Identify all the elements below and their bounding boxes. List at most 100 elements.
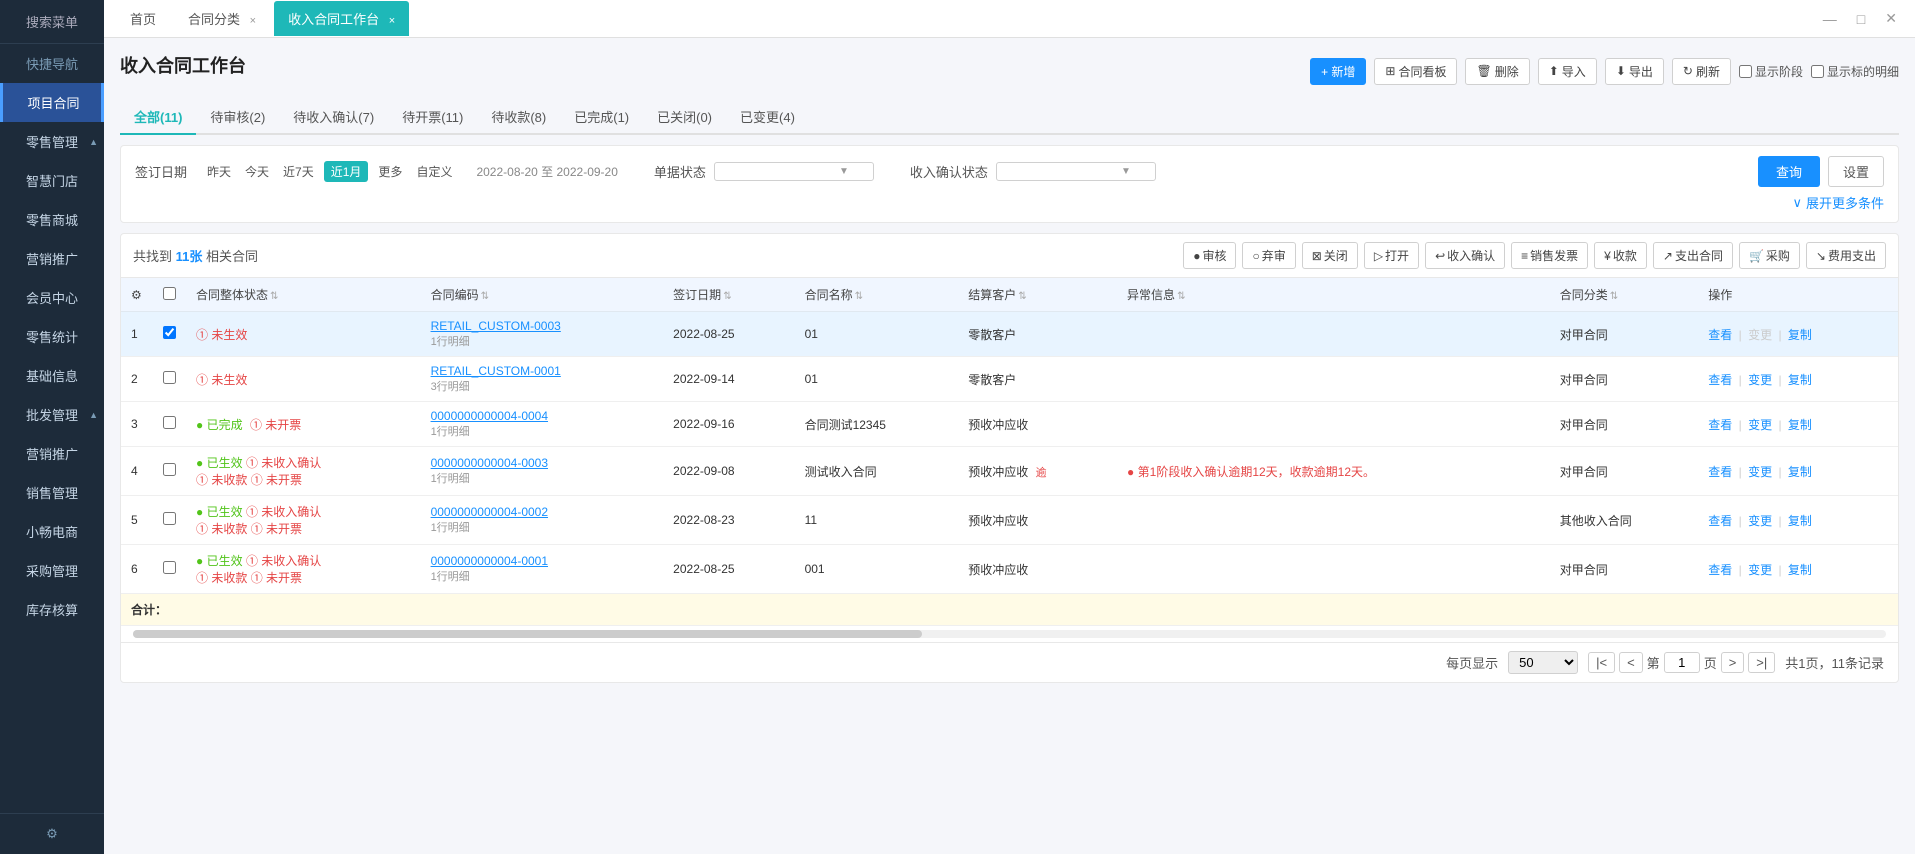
sort-category[interactable]: ⇅ — [1610, 291, 1618, 302]
sort-customer[interactable]: ⇅ — [1018, 291, 1026, 302]
action-close[interactable]: ⊠ 关闭 — [1302, 242, 1358, 269]
date-7days[interactable]: 近7天 — [279, 161, 318, 182]
window-minimize-btn[interactable]: — — [1817, 9, 1843, 29]
horizontal-scrollbar[interactable] — [133, 630, 1886, 638]
sidebar-search[interactable]: 搜索菜单 — [0, 0, 104, 44]
action-invoice[interactable]: ≡ 销售发票 — [1511, 242, 1588, 269]
date-today[interactable]: 今天 — [241, 161, 273, 182]
filter-tab-completed[interactable]: 已完成(1) — [560, 100, 643, 135]
filter-tab-changed[interactable]: 已变更(4) — [726, 100, 809, 135]
row2-view-btn[interactable]: 查看 — [1708, 373, 1732, 387]
date-1month[interactable]: 近1月 — [324, 161, 369, 182]
export-btn[interactable]: ⬇ 导出 — [1605, 58, 1664, 85]
sidebar-item-member[interactable]: 会员中心 — [0, 278, 104, 317]
row6-code-link[interactable]: 0000000000004-0001 — [431, 554, 548, 568]
action-income-confirm[interactable]: ↩ 收入确认 — [1425, 242, 1505, 269]
window-maximize-btn[interactable]: □ — [1851, 9, 1871, 29]
page-prev-btn[interactable]: < — [1619, 652, 1643, 673]
filter-tab-all[interactable]: 全部(11) — [120, 100, 196, 135]
confirm-status-select[interactable]: ▼ — [996, 162, 1156, 181]
row3-checkbox[interactable] — [153, 402, 186, 447]
filter-tab-pending-confirm[interactable]: 待收入确认(7) — [279, 100, 388, 135]
show-detail-input[interactable] — [1811, 65, 1824, 78]
action-expense-out[interactable]: ↘ 费用支出 — [1806, 242, 1886, 269]
select-all-checkbox[interactable] — [163, 287, 176, 300]
sidebar-item-retail-mall[interactable]: 零售商城 — [0, 200, 104, 239]
row3-copy-btn[interactable]: 复制 — [1788, 418, 1812, 432]
row4-checkbox[interactable] — [153, 447, 186, 496]
row5-checkbox[interactable] — [153, 496, 186, 545]
tab-income-contract[interactable]: 收入合同工作台 × — [274, 1, 409, 36]
refresh-btn[interactable]: ↻ 刷新 — [1672, 58, 1731, 85]
sidebar-quick-nav[interactable]: 快捷导航 — [0, 44, 104, 83]
sort-name[interactable]: ⇅ — [855, 291, 863, 302]
row5-view-btn[interactable]: 查看 — [1708, 514, 1732, 528]
sidebar-item-project-contract[interactable]: 项目合同 — [0, 83, 104, 122]
tab-contract-cat-close[interactable]: × — [250, 15, 256, 27]
date-more[interactable]: 更多 — [374, 161, 406, 182]
action-payment[interactable]: ¥ 收款 — [1594, 242, 1647, 269]
sidebar-settings[interactable]: ⚙ — [0, 813, 104, 854]
set-button[interactable]: 设置 — [1828, 156, 1884, 187]
row2-checkbox[interactable] — [153, 357, 186, 402]
show-stage-input[interactable] — [1739, 65, 1752, 78]
sidebar-item-retail-mgmt[interactable]: 零售管理 — [0, 122, 104, 161]
action-open[interactable]: ▷ 打开 — [1364, 242, 1419, 269]
row4-code-link[interactable]: 0000000000004-0003 — [431, 456, 548, 470]
page-next-btn[interactable]: > — [1721, 652, 1745, 673]
action-review[interactable]: ● 审核 — [1183, 242, 1236, 269]
sidebar-item-base-info[interactable]: 基础信息 — [0, 356, 104, 395]
row3-view-btn[interactable]: 查看 — [1708, 418, 1732, 432]
row6-view-btn[interactable]: 查看 — [1708, 563, 1732, 577]
row1-checkbox[interactable] — [153, 312, 186, 357]
row3-change-btn[interactable]: 变更 — [1748, 418, 1772, 432]
tab-contract-category[interactable]: 合同分类 × — [174, 1, 270, 36]
action-purchase[interactable]: 🛒 采购 — [1739, 242, 1800, 269]
query-button[interactable]: 查询 — [1758, 156, 1820, 187]
row4-view-btn[interactable]: 查看 — [1708, 465, 1732, 479]
window-close-btn[interactable]: ✕ — [1879, 8, 1903, 29]
row4-change-btn[interactable]: 变更 — [1748, 465, 1772, 479]
row1-code-link[interactable]: RETAIL_CUSTOM-0003 — [431, 319, 561, 333]
sort-status[interactable]: ⇅ — [270, 291, 278, 302]
sort-date[interactable]: ⇅ — [723, 291, 731, 302]
row2-change-btn[interactable]: 变更 — [1748, 373, 1772, 387]
filter-tab-pending-invoice[interactable]: 待开票(11) — [388, 100, 477, 135]
row6-change-btn[interactable]: 变更 — [1748, 563, 1772, 577]
row1-change-btn[interactable]: 变更 — [1748, 328, 1772, 342]
row6-copy-btn[interactable]: 复制 — [1788, 563, 1812, 577]
sort-abnormal[interactable]: ⇅ — [1177, 291, 1185, 302]
show-stage-checkbox[interactable]: 显示阶段 — [1739, 63, 1803, 80]
page-last-btn[interactable]: >| — [1748, 652, 1775, 673]
tab-home[interactable]: 首页 — [116, 1, 170, 36]
action-abandon[interactable]: ○ 弃审 — [1242, 242, 1295, 269]
doc-status-select[interactable]: ▼ — [714, 162, 874, 181]
sidebar-item-inventory[interactable]: 库存核算 — [0, 590, 104, 629]
row6-checkbox[interactable] — [153, 545, 186, 594]
scrollbar-thumb[interactable] — [133, 630, 922, 638]
sidebar-item-sales[interactable]: 销售管理 — [0, 473, 104, 512]
row5-change-btn[interactable]: 变更 — [1748, 514, 1772, 528]
show-detail-checkbox[interactable]: 显示标的明细 — [1811, 63, 1899, 80]
row1-copy-btn[interactable]: 复制 — [1788, 328, 1812, 342]
row3-code-link[interactable]: 0000000000004-0004 — [431, 409, 548, 423]
sidebar-item-marketing2[interactable]: 营销推广 — [0, 434, 104, 473]
sidebar-item-ecommerce[interactable]: 小畅电商 — [0, 512, 104, 551]
page-size-select[interactable]: 50 100 200 — [1508, 651, 1578, 674]
filter-tab-closed[interactable]: 已关闭(0) — [643, 100, 726, 135]
action-expense-contract[interactable]: ↗ 支出合同 — [1653, 242, 1733, 269]
filter-tab-pending-payment[interactable]: 待收款(8) — [477, 100, 560, 135]
date-custom[interactable]: 自定义 — [412, 161, 456, 182]
sidebar-item-smart-store[interactable]: 智慧门店 — [0, 161, 104, 200]
sidebar-item-marketing[interactable]: 营销推广 — [0, 239, 104, 278]
sort-code[interactable]: ⇅ — [481, 291, 489, 302]
sidebar-item-retail-stat[interactable]: 零售统计 — [0, 317, 104, 356]
settings-icon[interactable]: ⚙ — [131, 288, 142, 302]
row1-view-btn[interactable]: 查看 — [1708, 328, 1732, 342]
expand-more-btn[interactable]: ∨ 展开更多条件 — [1792, 193, 1884, 212]
delete-btn[interactable]: 🗑 删除 — [1465, 58, 1529, 85]
new-btn[interactable]: + 新增 — [1310, 58, 1366, 85]
row2-copy-btn[interactable]: 复制 — [1788, 373, 1812, 387]
row5-code-link[interactable]: 0000000000004-0002 — [431, 505, 548, 519]
page-number-input[interactable] — [1664, 652, 1700, 673]
